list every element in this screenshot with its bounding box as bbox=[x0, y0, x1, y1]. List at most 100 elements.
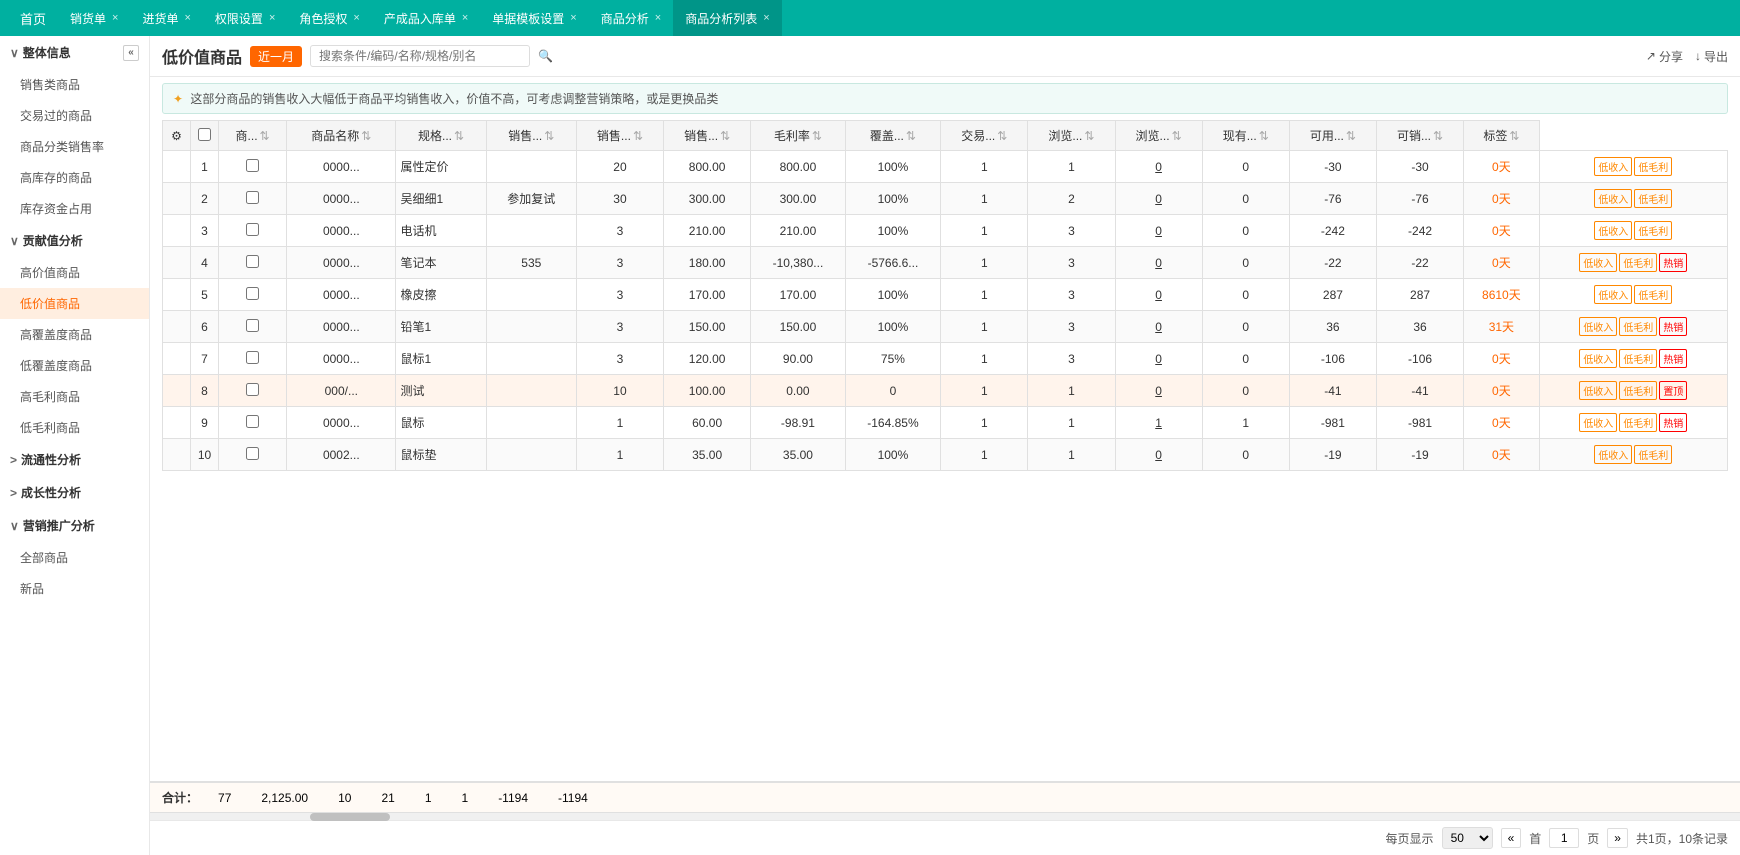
browse-link[interactable]: 0 bbox=[1155, 160, 1162, 174]
row-checkbox[interactable] bbox=[246, 159, 259, 172]
row-checkbox[interactable] bbox=[246, 223, 259, 236]
collapse-button[interactable]: « bbox=[123, 45, 139, 61]
page-size-select[interactable]: 50 100 200 bbox=[1442, 827, 1493, 849]
browse-link[interactable]: 0 bbox=[1155, 448, 1162, 462]
scrollbar-thumb[interactable] bbox=[310, 813, 390, 821]
row-checkbox[interactable] bbox=[246, 383, 259, 396]
sidebar-item-stock-capital[interactable]: 库存资金占用 bbox=[0, 193, 149, 224]
sidebar-section-marketing[interactable]: ∨ 营销推广分析 bbox=[0, 509, 149, 542]
last-page-button[interactable]: » bbox=[1607, 828, 1628, 848]
row-checkbox-cell[interactable] bbox=[219, 311, 287, 343]
sidebar-item-low-coverage[interactable]: 低覆盖度商品 bbox=[0, 350, 149, 381]
col-browse2[interactable]: 浏览...⇅ bbox=[1115, 121, 1202, 151]
search-input[interactable] bbox=[310, 45, 530, 67]
browse-link[interactable]: 0 bbox=[1155, 320, 1162, 334]
nav-close-icon[interactable]: × bbox=[112, 12, 118, 24]
sidebar-item-low-value[interactable]: 低价值商品 bbox=[0, 288, 149, 319]
sidebar-item-category-sales-rate[interactable]: 商品分类销售率 bbox=[0, 131, 149, 162]
row-checkbox[interactable] bbox=[246, 191, 259, 204]
row-checkbox[interactable] bbox=[246, 415, 259, 428]
col-gross-margin[interactable]: 毛利率⇅ bbox=[751, 121, 845, 151]
nav-close-icon[interactable]: × bbox=[763, 12, 769, 24]
col-current-stock[interactable]: 现有...⇅ bbox=[1202, 121, 1289, 151]
col-sales-price[interactable]: 销售...⇅ bbox=[576, 121, 663, 151]
nav-product-analysis-list[interactable]: 商品分析列表 × bbox=[673, 0, 781, 36]
sidebar-section-overall[interactable]: ∨ 整体信息 « bbox=[0, 36, 149, 69]
search-icon[interactable]: 🔍 bbox=[538, 49, 553, 63]
horizontal-scrollbar[interactable] bbox=[150, 812, 1740, 820]
row-browse1[interactable]: 0 bbox=[1115, 439, 1202, 471]
col-sales-qty[interactable]: 销售...⇅ bbox=[486, 121, 576, 151]
sidebar-section-contribution[interactable]: ∨ 贡献值分析 bbox=[0, 224, 149, 257]
row-checkbox[interactable] bbox=[246, 447, 259, 460]
sidebar-item-high-margin[interactable]: 高毛利商品 bbox=[0, 381, 149, 412]
row-browse1[interactable]: 0 bbox=[1115, 343, 1202, 375]
col-tags[interactable]: 标签⇅ bbox=[1464, 121, 1539, 151]
sidebar-section-circulation[interactable]: > 流通性分析 bbox=[0, 443, 149, 476]
browse-link[interactable]: 0 bbox=[1155, 384, 1162, 398]
col-sellable[interactable]: 可销...⇅ bbox=[1376, 121, 1463, 151]
sidebar-item-traded[interactable]: 交易过的商品 bbox=[0, 100, 149, 131]
nav-role-auth[interactable]: 角色授权 × bbox=[287, 0, 371, 36]
row-checkbox-cell[interactable] bbox=[219, 215, 287, 247]
row-browse1[interactable]: 0 bbox=[1115, 279, 1202, 311]
col-browse1[interactable]: 浏览...⇅ bbox=[1028, 121, 1115, 151]
filter-button[interactable]: 近一月 bbox=[250, 46, 302, 67]
row-checkbox[interactable] bbox=[246, 255, 259, 268]
nav-close-icon[interactable]: × bbox=[462, 12, 468, 24]
nav-sales-order[interactable]: 销货单 × bbox=[58, 0, 130, 36]
row-checkbox-cell[interactable] bbox=[219, 375, 287, 407]
nav-close-icon[interactable]: × bbox=[184, 12, 190, 24]
nav-close-icon[interactable]: × bbox=[269, 12, 275, 24]
sidebar-item-new-products[interactable]: 新品 bbox=[0, 573, 149, 604]
row-checkbox-cell[interactable] bbox=[219, 343, 287, 375]
row-browse1[interactable]: 0 bbox=[1115, 375, 1202, 407]
row-checkbox-cell[interactable] bbox=[219, 151, 287, 183]
nav-close-icon[interactable]: × bbox=[353, 12, 359, 24]
row-checkbox-cell[interactable] bbox=[219, 247, 287, 279]
sidebar-item-sales-category[interactable]: 销售类商品 bbox=[0, 69, 149, 100]
row-checkbox-cell[interactable] bbox=[219, 279, 287, 311]
sidebar-item-high-stock[interactable]: 高库存的商品 bbox=[0, 162, 149, 193]
row-checkbox[interactable] bbox=[246, 319, 259, 332]
page-number-input[interactable] bbox=[1549, 828, 1579, 848]
nav-permissions[interactable]: 权限设置 × bbox=[203, 0, 287, 36]
col-spec[interactable]: 规格...⇅ bbox=[396, 121, 486, 151]
row-checkbox[interactable] bbox=[246, 351, 259, 364]
nav-purchase-order[interactable]: 进货单 × bbox=[130, 0, 202, 36]
browse-link[interactable]: 0 bbox=[1155, 288, 1162, 302]
col-settings[interactable]: ⚙ bbox=[163, 121, 191, 151]
browse-link[interactable]: 0 bbox=[1155, 224, 1162, 238]
col-trade[interactable]: 交易...⇅ bbox=[941, 121, 1028, 151]
sidebar-item-low-margin[interactable]: 低毛利商品 bbox=[0, 412, 149, 443]
share-button[interactable]: ↗ 分享 bbox=[1646, 48, 1683, 65]
col-name[interactable]: 商品名称⇅ bbox=[287, 121, 396, 151]
nav-close-icon[interactable]: × bbox=[655, 12, 661, 24]
row-checkbox[interactable] bbox=[246, 287, 259, 300]
col-checkbox[interactable] bbox=[191, 121, 219, 151]
row-browse1[interactable]: 0 bbox=[1115, 311, 1202, 343]
browse-link[interactable]: 0 bbox=[1155, 352, 1162, 366]
row-checkbox-cell[interactable] bbox=[219, 407, 287, 439]
first-page-button[interactable]: « bbox=[1501, 828, 1522, 848]
nav-product-inbound[interactable]: 产成品入库单 × bbox=[372, 0, 480, 36]
row-browse1[interactable]: 0 bbox=[1115, 247, 1202, 279]
col-available-stock[interactable]: 可用...⇅ bbox=[1289, 121, 1376, 151]
row-browse1[interactable]: 0 bbox=[1115, 183, 1202, 215]
select-all-checkbox[interactable] bbox=[198, 128, 211, 141]
col-code[interactable]: 商...⇅ bbox=[219, 121, 287, 151]
sidebar-item-high-coverage[interactable]: 高覆盖度商品 bbox=[0, 319, 149, 350]
nav-close-icon[interactable]: × bbox=[570, 12, 576, 24]
browse-link[interactable]: 0 bbox=[1155, 256, 1162, 270]
col-sales-amount[interactable]: 销售...⇅ bbox=[664, 121, 751, 151]
row-checkbox-cell[interactable] bbox=[219, 183, 287, 215]
nav-home[interactable]: 首页 bbox=[8, 0, 58, 36]
browse-link[interactable]: 1 bbox=[1155, 416, 1162, 430]
row-browse1[interactable]: 1 bbox=[1115, 407, 1202, 439]
col-coverage[interactable]: 覆盖...⇅ bbox=[845, 121, 941, 151]
nav-template-settings[interactable]: 单据模板设置 × bbox=[480, 0, 588, 36]
row-checkbox-cell[interactable] bbox=[219, 439, 287, 471]
browse-link[interactable]: 0 bbox=[1155, 192, 1162, 206]
row-browse1[interactable]: 0 bbox=[1115, 151, 1202, 183]
nav-product-analysis[interactable]: 商品分析 × bbox=[589, 0, 673, 36]
